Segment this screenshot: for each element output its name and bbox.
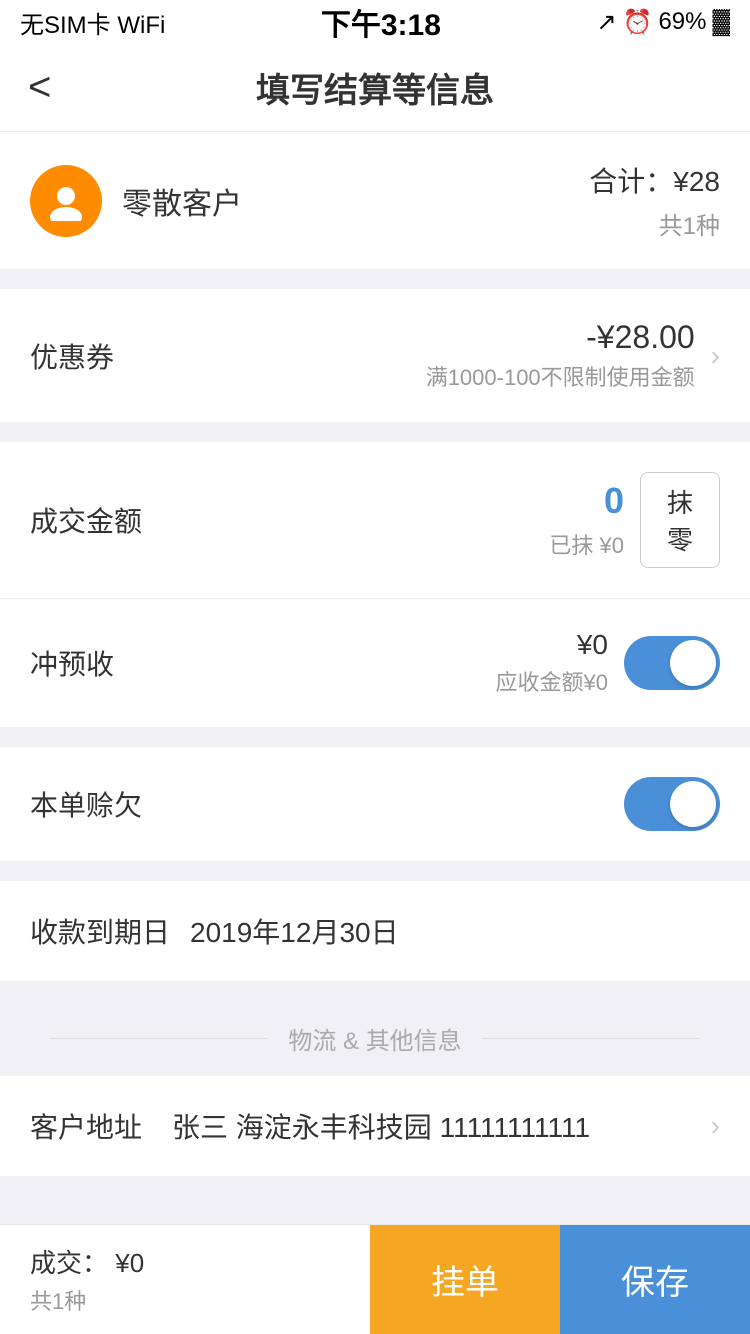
bottom-bar: 成交： ¥0 共1种 挂单 保存 (0, 1224, 750, 1334)
prepay-right: ¥0 应收金额¥0 (496, 629, 720, 697)
status-right: ↗ ⏰ 69% ▓ (596, 8, 730, 37)
due-date-label: 收款到期日 (30, 911, 170, 951)
prepay-label: 冲预收 (30, 643, 114, 683)
sim-label: 无SIM卡 WiFi (20, 5, 165, 40)
coupon-value: -¥28.00 满1000-100不限制使用金额 (426, 319, 695, 392)
debt-label: 本单赊欠 (30, 784, 142, 824)
amount-right: 已抹 ¥0 抹零 (142, 472, 720, 568)
coupon-label: 优惠券 (30, 336, 114, 376)
round-button[interactable]: 抹零 (640, 472, 720, 568)
amount-label: 成交金额 (30, 500, 142, 540)
bottom-info: 成交： ¥0 共1种 (0, 1243, 370, 1316)
coupon-section[interactable]: 优惠券 -¥28.00 满1000-100不限制使用金额 › (0, 289, 750, 422)
customer-name: 零散客户 (122, 179, 242, 223)
prepay-sub: 应收金额¥0 (496, 665, 608, 697)
page-title: 填写结算等信息 (256, 63, 494, 112)
amount-value-group: 已抹 ¥0 (142, 480, 624, 560)
chevron-right-icon: › (711, 340, 720, 372)
customer-info-left: 零散客户 (30, 165, 242, 237)
toggle-knob (670, 640, 716, 686)
due-date-value[interactable]: 2019年12月30日 (190, 911, 399, 951)
deal-label: 成交： (30, 1248, 108, 1278)
address-chevron-icon: › (711, 1110, 720, 1142)
bottom-count: 共1种 (30, 1284, 340, 1316)
amount-row: 成交金额 已抹 ¥0 抹零 (0, 442, 750, 599)
coupon-desc: 满1000-100不限制使用金额 (426, 360, 695, 392)
prepay-toggle[interactable] (624, 636, 720, 690)
prepay-row: 冲预收 ¥0 应收金额¥0 (0, 599, 750, 727)
divider-right (482, 1038, 700, 1039)
customer-total: 合计：¥28 (589, 160, 720, 200)
due-date-row: 收款到期日 2019年12月30日 (0, 881, 750, 981)
back-button[interactable]: < (28, 65, 51, 110)
debt-section: 本单赊欠 (0, 747, 750, 861)
nav-bar: < 填写结算等信息 (0, 44, 750, 132)
coupon-discount: -¥28.00 (426, 319, 695, 356)
status-bar: 无SIM卡 WiFi 下午3:18 ↗ ⏰ 69% ▓ (0, 0, 750, 44)
pending-button[interactable]: 挂单 (370, 1225, 560, 1334)
address-row[interactable]: 客户地址 张三 海淀永丰科技园 11111111111 › (0, 1076, 750, 1176)
prepay-value-group: ¥0 应收金额¥0 (496, 629, 608, 697)
amount-sub: 已抹 ¥0 (142, 528, 624, 560)
prepay-amount: ¥0 (496, 629, 608, 661)
direction-icon: ↗ (596, 8, 616, 37)
address-label: 客户地址 (30, 1106, 142, 1146)
debt-toggle[interactable] (624, 777, 720, 831)
debt-row: 本单赊欠 (0, 747, 750, 861)
bottom-deal-amount: 成交： ¥0 (30, 1243, 340, 1280)
save-button[interactable]: 保存 (560, 1225, 750, 1334)
battery-icon: ▓ (713, 8, 731, 36)
customer-info-right: 合计：¥28 共1种 (589, 160, 720, 241)
content-area: 零散客户 合计：¥28 共1种 优惠券 -¥28.00 满1000-100不限制… (0, 132, 750, 1316)
logistics-label: 物流 & 其他信息 (288, 1021, 461, 1056)
amount-input[interactable] (142, 480, 624, 522)
logistics-header: 物流 & 其他信息 (0, 1001, 750, 1076)
coupon-right: -¥28.00 满1000-100不限制使用金额 › (426, 319, 720, 392)
debt-toggle-knob (670, 781, 716, 827)
due-date-section: 收款到期日 2019年12月30日 (0, 881, 750, 981)
status-left: 无SIM卡 WiFi (20, 5, 165, 40)
deal-amount: ¥0 (115, 1248, 144, 1278)
address-section[interactable]: 客户地址 张三 海淀永丰科技园 11111111111 › (0, 1076, 750, 1176)
avatar (30, 165, 102, 237)
address-value: 张三 海淀永丰科技园 11111111111 (172, 1106, 711, 1146)
customer-card: 零散客户 合计：¥28 共1种 (0, 132, 750, 269)
divider-left (50, 1038, 268, 1039)
battery-label: 69% (658, 8, 706, 36)
coupon-row[interactable]: 优惠券 -¥28.00 满1000-100不限制使用金额 › (0, 289, 750, 422)
alarm-icon: ⏰ (623, 8, 653, 37)
customer-count: 共1种 (589, 206, 720, 241)
status-time: 下午3:18 (321, 0, 441, 44)
amount-section: 成交金额 已抹 ¥0 抹零 冲预收 ¥0 应收金额¥0 (0, 442, 750, 727)
